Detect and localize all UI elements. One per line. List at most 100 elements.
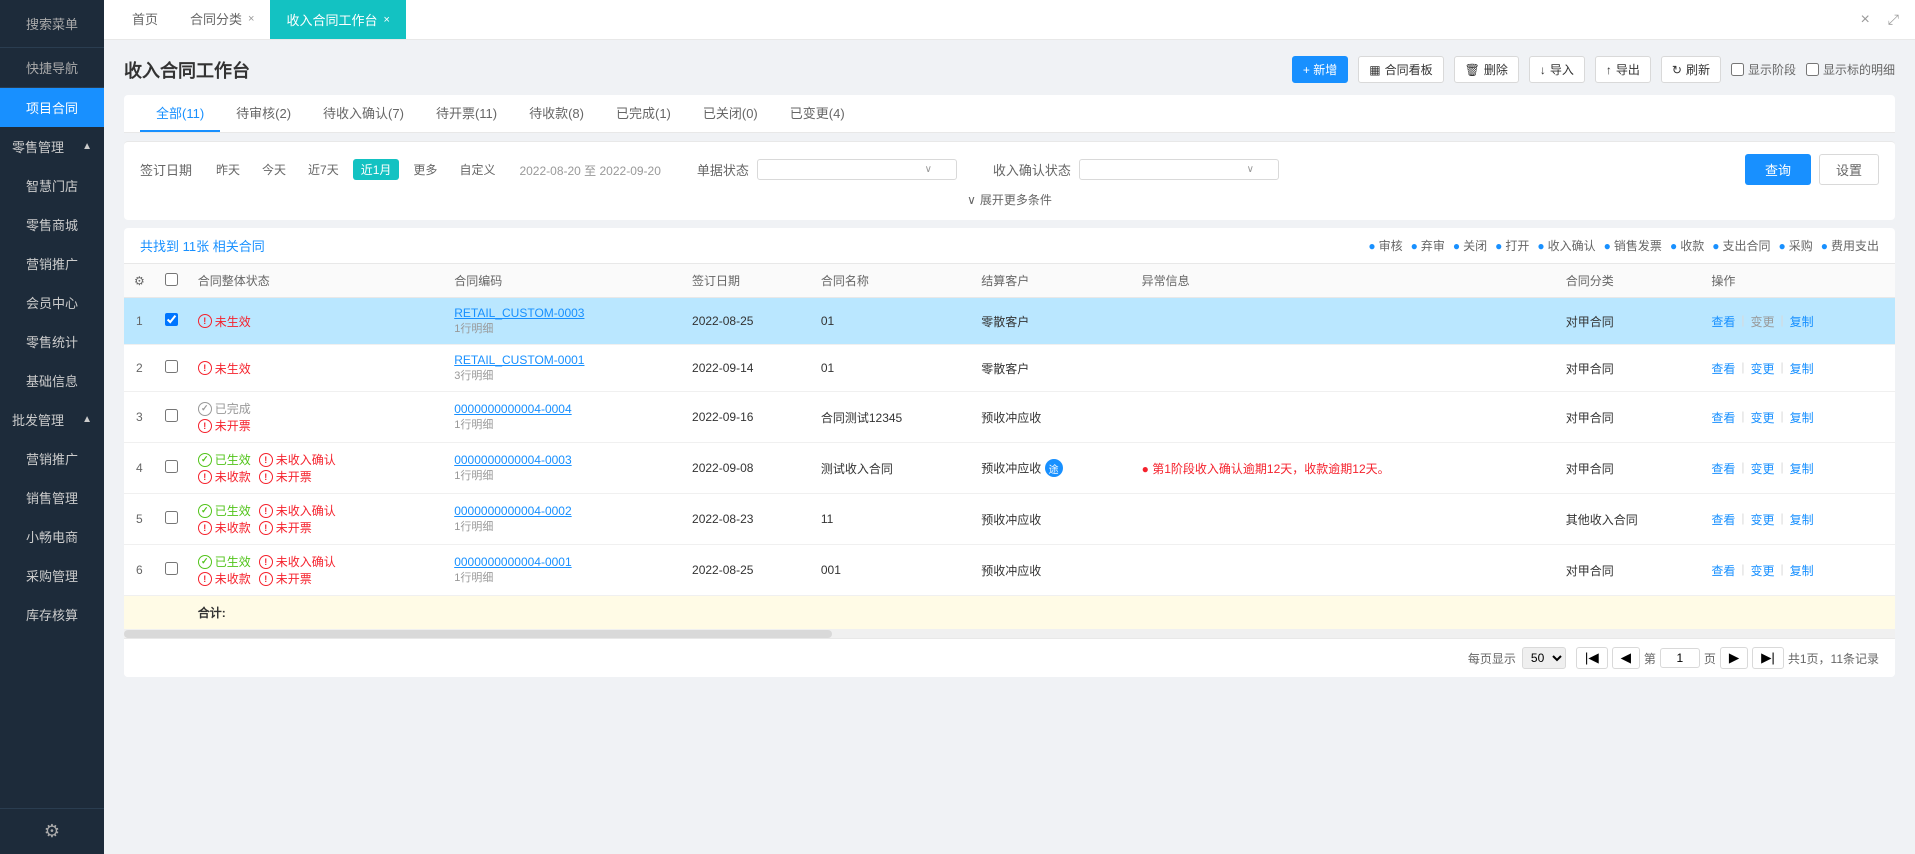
op-view[interactable]: 查看	[1711, 511, 1735, 528]
sidebar-search[interactable]: 搜索菜单	[0, 0, 104, 48]
contract-code-link[interactable]: 0000000000004-0004	[454, 402, 571, 416]
status-tab-pending-receipt[interactable]: 待收款(8)	[513, 95, 600, 132]
import-button[interactable]: ↓ 导入	[1529, 56, 1585, 83]
show-stages-checkbox[interactable]: 显示阶段	[1731, 61, 1796, 78]
row-checkbox[interactable]	[155, 494, 188, 545]
sidebar-item-sales[interactable]: 销售管理	[0, 478, 104, 517]
date-btn-yesterday[interactable]: 昨天	[208, 159, 248, 180]
status-tab-pending-invoice[interactable]: 待开票(11)	[420, 95, 513, 132]
page-last-btn[interactable]: ▶|	[1752, 647, 1784, 669]
action-income-confirm[interactable]: ● 收入确认	[1537, 237, 1595, 254]
status-tab-closed[interactable]: 已关闭(0)	[687, 95, 774, 132]
row-checkbox[interactable]	[155, 345, 188, 392]
sidebar-item-retail2[interactable]: 零售商城	[0, 205, 104, 244]
op-view[interactable]: 查看	[1711, 360, 1735, 377]
scrollbar-thumb[interactable]	[124, 630, 832, 638]
action-receipt[interactable]: ● 收款	[1670, 237, 1704, 254]
sidebar-item-ecom[interactable]: 小畅电商	[0, 517, 104, 556]
date-btn-last7[interactable]: 近7天	[300, 159, 347, 180]
sidebar-item-marketing[interactable]: 营销推广	[0, 244, 104, 283]
op-view[interactable]: 查看	[1711, 562, 1735, 579]
kanban-button[interactable]: ▦ 合同看板	[1358, 56, 1443, 83]
sidebar-item-wholesale[interactable]: 批发管理 ▲	[0, 400, 104, 439]
op-view[interactable]: 查看	[1711, 409, 1735, 426]
page-next-btn[interactable]: ▶	[1720, 647, 1748, 669]
row-checkbox[interactable]	[155, 392, 188, 443]
setting-button[interactable]: 设置	[1819, 154, 1879, 185]
op-copy[interactable]: 复制	[1790, 460, 1814, 477]
op-change[interactable]: 变更	[1751, 460, 1775, 477]
op-copy[interactable]: 复制	[1790, 511, 1814, 528]
tab-close-income-workbench[interactable]: ×	[383, 14, 389, 26]
export-button[interactable]: ↑ 导出	[1595, 56, 1651, 83]
date-btn-custom[interactable]: 自定义	[451, 159, 503, 180]
page-first-btn[interactable]: |◀	[1576, 647, 1608, 669]
window-maximize-button[interactable]: ⤢	[1884, 11, 1903, 28]
status-tab-changed[interactable]: 已变更(4)	[774, 95, 861, 132]
tab-close-contract-cat[interactable]: ×	[248, 13, 254, 25]
per-page-select[interactable]: 50	[1522, 647, 1566, 669]
op-change[interactable]: 变更	[1751, 562, 1775, 579]
row-checkbox[interactable]	[155, 545, 188, 596]
income-confirm-select[interactable]: ∨	[1079, 159, 1279, 180]
delete-button[interactable]: 🗑 删除	[1454, 56, 1519, 83]
contract-code-link[interactable]: 0000000000004-0002	[454, 504, 571, 518]
sidebar-item-retail[interactable]: 零售管理 ▲	[0, 127, 104, 166]
action-expense-contract[interactable]: ● 支出合同	[1712, 237, 1770, 254]
tab-income-workbench[interactable]: 收入合同工作台 ×	[270, 0, 405, 39]
sidebar-item-marketing2[interactable]: 营销推广	[0, 439, 104, 478]
refresh-button[interactable]: ↻ 刷新	[1661, 56, 1721, 83]
tab-home[interactable]: 首页	[116, 0, 174, 40]
tab-contract-cat[interactable]: 合同分类 ×	[174, 0, 270, 40]
op-view[interactable]: 查看	[1711, 460, 1735, 477]
sidebar-item-basic[interactable]: 基础信息	[0, 361, 104, 400]
op-copy[interactable]: 复制	[1790, 409, 1814, 426]
col-settings[interactable]: ⚙	[124, 264, 155, 298]
contract-code-link[interactable]: 0000000000004-0003	[454, 453, 571, 467]
action-expense-out[interactable]: ● 费用支出	[1821, 237, 1879, 254]
row-checkbox[interactable]	[155, 298, 188, 345]
expand-more-btn[interactable]: ∨ 展开更多条件	[967, 191, 1052, 208]
row-checkbox[interactable]	[155, 443, 188, 494]
op-change[interactable]: 变更	[1751, 360, 1775, 377]
doc-status-select[interactable]: ∨	[757, 159, 957, 180]
sidebar-item-project[interactable]: 项目合同	[0, 88, 104, 127]
sidebar-item-retail-stat[interactable]: 零售统计	[0, 322, 104, 361]
sidebar-quick-nav[interactable]: 快捷导航	[0, 48, 104, 88]
contract-code-link[interactable]: RETAIL_CUSTOM-0003	[454, 306, 584, 320]
action-print[interactable]: ● 打开	[1495, 237, 1529, 254]
new-button[interactable]: + 新增	[1292, 56, 1348, 83]
date-btn-more[interactable]: 更多	[405, 159, 445, 180]
action-close[interactable]: ● 关闭	[1453, 237, 1487, 254]
date-btn-last1month[interactable]: 近1月	[353, 159, 400, 180]
action-sales-invoice[interactable]: ● 销售发票	[1604, 237, 1662, 254]
sidebar-item-purchase[interactable]: 采购管理	[0, 556, 104, 595]
status-tab-pending-review[interactable]: 待审核(2)	[220, 95, 307, 132]
op-change[interactable]: 变更	[1751, 511, 1775, 528]
action-purchase[interactable]: ● 采购	[1778, 237, 1812, 254]
table-scroll[interactable]: ⚙ 合同整体状态 合同编码 签订日期 合同名称 结算客户 异常信息 合同分类 操…	[124, 264, 1895, 638]
window-close-button[interactable]: ×	[1852, 11, 1877, 29]
op-copy[interactable]: 复制	[1790, 360, 1814, 377]
settings-icon[interactable]: ⚙	[0, 808, 104, 854]
op-copy[interactable]: 复制	[1790, 562, 1814, 579]
action-abandon[interactable]: ● 弃审	[1411, 237, 1445, 254]
status-tab-completed[interactable]: 已完成(1)	[600, 95, 687, 132]
status-tab-pending-confirm[interactable]: 待收入确认(7)	[307, 95, 420, 132]
sidebar-item-smart-store[interactable]: 智慧门店	[0, 166, 104, 205]
page-input[interactable]	[1660, 648, 1700, 668]
op-change[interactable]: 变更	[1751, 409, 1775, 426]
page-prev-btn[interactable]: ◀	[1612, 647, 1640, 669]
action-review[interactable]: ● 审核	[1368, 237, 1402, 254]
status-tab-all[interactable]: 全部(11)	[140, 95, 220, 132]
op-copy[interactable]: 复制	[1790, 313, 1814, 330]
contract-code-link[interactable]: 0000000000004-0001	[454, 555, 571, 569]
contract-code-link[interactable]: RETAIL_CUSTOM-0001	[454, 353, 584, 367]
sidebar-item-inventory[interactable]: 库存核算	[0, 595, 104, 634]
col-checkbox[interactable]	[155, 264, 188, 298]
query-button[interactable]: 查询	[1745, 154, 1811, 185]
sidebar-item-member[interactable]: 会员中心	[0, 283, 104, 322]
date-btn-today[interactable]: 今天	[254, 159, 294, 180]
op-view[interactable]: 查看	[1711, 313, 1735, 330]
horizontal-scrollbar[interactable]	[124, 630, 1895, 638]
